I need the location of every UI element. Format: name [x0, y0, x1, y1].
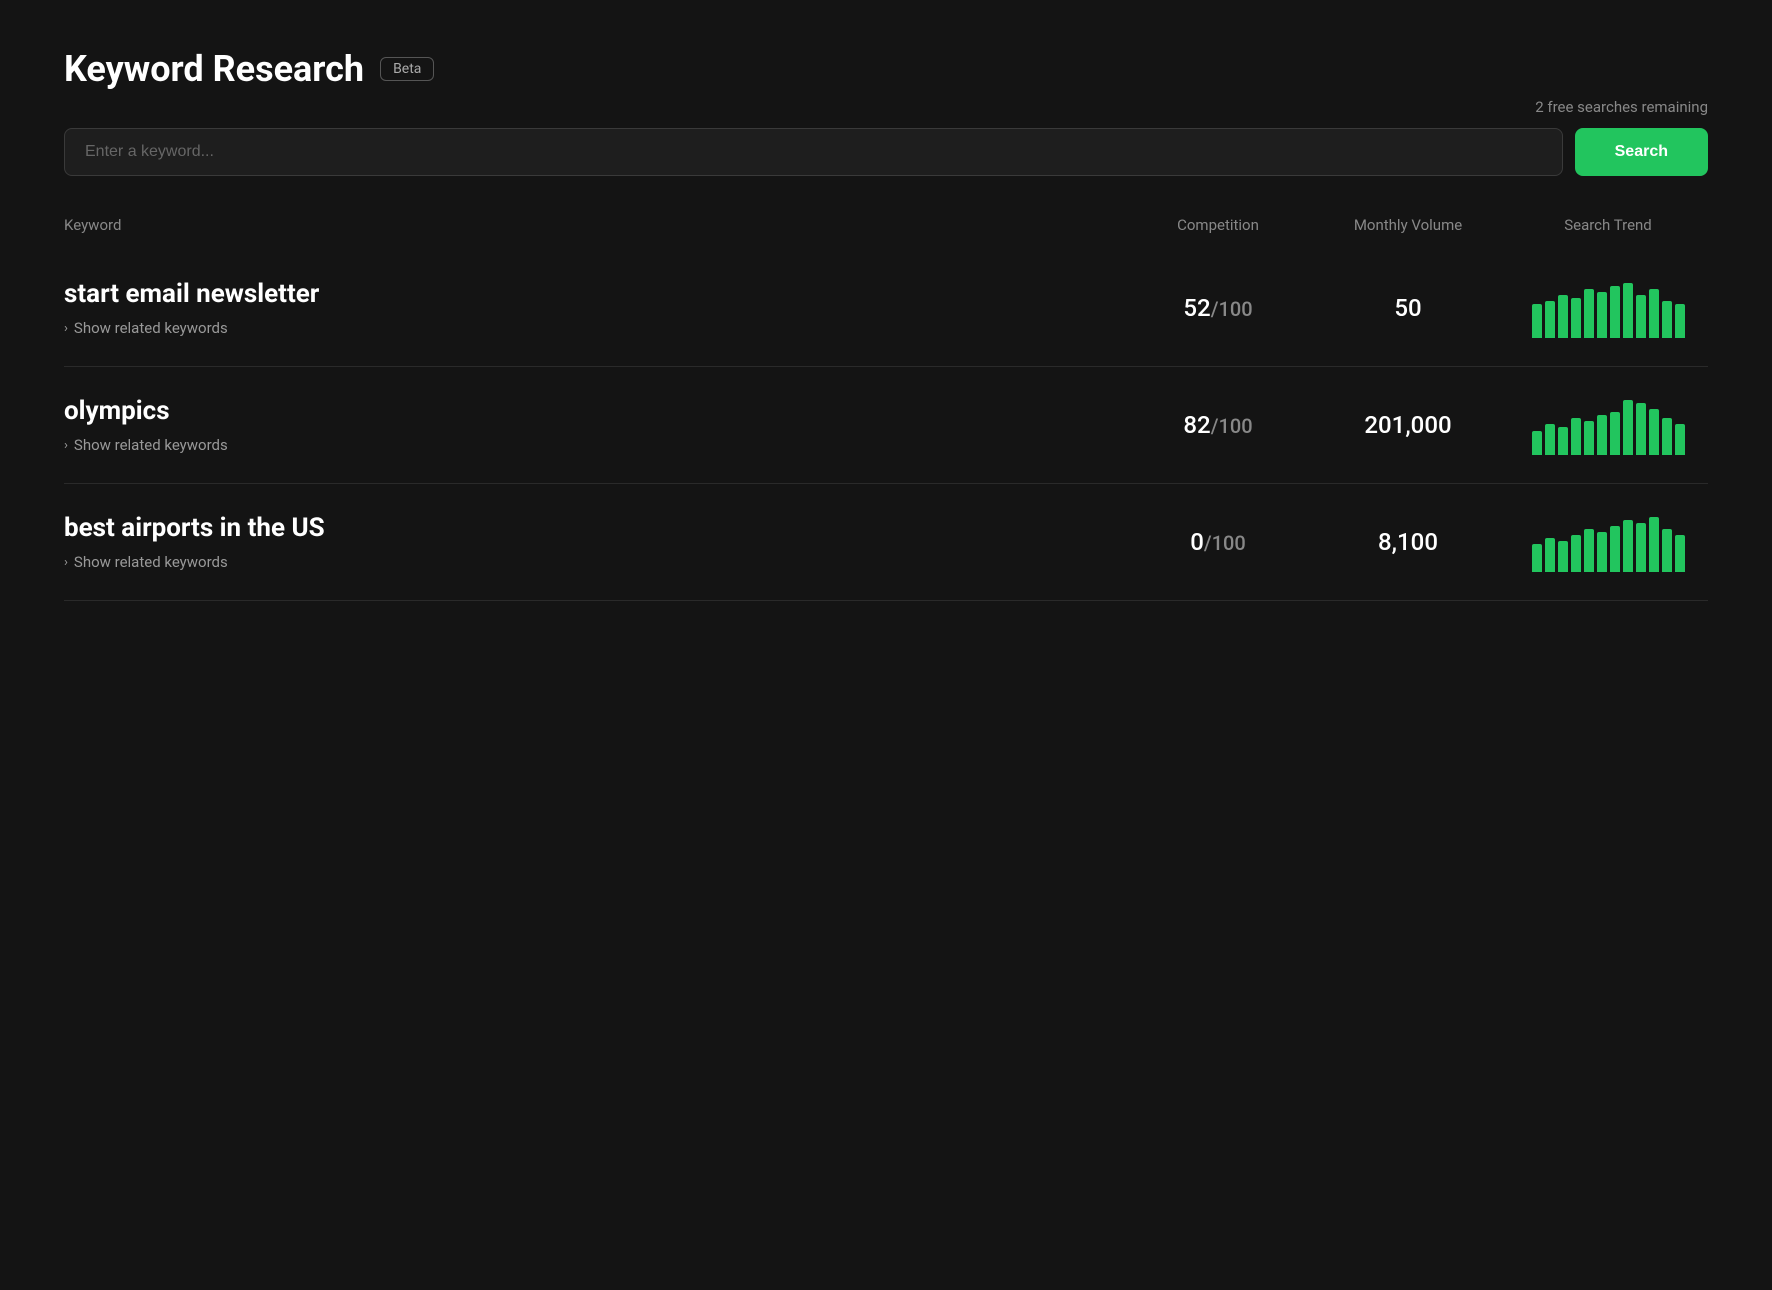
trend-chart [1508, 278, 1708, 338]
trend-bar [1610, 412, 1620, 455]
show-related-keywords-button[interactable]: › Show related keywords [64, 319, 1128, 337]
trend-bar [1662, 418, 1672, 455]
trend-bar [1610, 286, 1620, 338]
trend-bar [1675, 424, 1685, 455]
trend-bar [1558, 427, 1568, 455]
volume-value: 50 [1394, 294, 1421, 322]
trend-bar [1675, 304, 1685, 338]
trend-bar [1662, 301, 1672, 338]
trend-bar [1545, 424, 1555, 455]
keyword-info: best airports in the US › Show related k… [64, 513, 1128, 571]
competition-value: 0/100 [1190, 528, 1246, 556]
trend-bar [1597, 532, 1607, 572]
keyword-info: olympics › Show related keywords [64, 396, 1128, 454]
search-input[interactable] [64, 128, 1563, 176]
trend-bar [1649, 409, 1659, 455]
trend-bar [1571, 418, 1581, 455]
trend-bar [1636, 295, 1646, 338]
volume-cell: 201,000 [1308, 411, 1508, 439]
trend-bar [1584, 529, 1594, 572]
trend-bar [1675, 535, 1685, 572]
trend-bar [1597, 415, 1607, 455]
trend-bar [1558, 295, 1568, 338]
trend-bar [1662, 529, 1672, 572]
trend-chart [1508, 395, 1708, 455]
keyword-info: start email newsletter › Show related ke… [64, 279, 1128, 337]
chevron-right-icon: › [64, 438, 68, 453]
trend-bar [1649, 517, 1659, 572]
keyword-name: olympics [64, 396, 1128, 426]
trend-bar [1532, 304, 1542, 338]
trend-chart [1508, 512, 1708, 572]
volume-cell: 8,100 [1308, 528, 1508, 556]
trend-bar [1623, 520, 1633, 572]
trend-bar [1610, 526, 1620, 572]
trend-bar [1545, 538, 1555, 572]
competition-max: /100 [1211, 297, 1253, 321]
competition-value: 52/100 [1183, 294, 1252, 322]
keyword-row: best airports in the US › Show related k… [64, 484, 1708, 601]
col-header-monthly-volume: Monthly Volume [1308, 216, 1508, 234]
trend-bar [1623, 283, 1633, 338]
col-header-search-trend: Search Trend [1508, 216, 1708, 234]
trend-bar [1571, 535, 1581, 572]
page-header: Keyword Research Beta 2 free searches re… [64, 48, 1708, 116]
page-title: Keyword Research [64, 48, 364, 90]
trend-bar [1545, 301, 1555, 338]
trend-bar [1636, 403, 1646, 455]
searches-remaining: 2 free searches remaining [64, 98, 1708, 116]
search-button[interactable]: Search [1575, 128, 1708, 176]
show-related-label: Show related keywords [74, 319, 228, 337]
trend-bar [1623, 400, 1633, 455]
competition-cell: 52/100 [1128, 294, 1308, 322]
show-related-keywords-button[interactable]: › Show related keywords [64, 436, 1128, 454]
trend-bar [1597, 292, 1607, 338]
competition-cell: 82/100 [1128, 411, 1308, 439]
trend-bar [1649, 289, 1659, 338]
trend-bar [1532, 544, 1542, 572]
competition-value: 82/100 [1183, 411, 1252, 439]
beta-badge: Beta [380, 57, 434, 81]
volume-value: 8,100 [1378, 528, 1438, 556]
keyword-name: best airports in the US [64, 513, 1128, 543]
col-header-keyword: Keyword [64, 216, 1128, 234]
trend-bar [1584, 289, 1594, 338]
keyword-name: start email newsletter [64, 279, 1128, 309]
chevron-right-icon: › [64, 321, 68, 336]
show-related-label: Show related keywords [74, 436, 228, 454]
show-related-label: Show related keywords [74, 553, 228, 571]
trend-bar [1636, 523, 1646, 572]
competition-max: /100 [1211, 414, 1253, 438]
show-related-keywords-button[interactable]: › Show related keywords [64, 553, 1128, 571]
volume-value: 201,000 [1364, 411, 1451, 439]
col-header-competition: Competition [1128, 216, 1308, 234]
competition-cell: 0/100 [1128, 528, 1308, 556]
table-header: Keyword Competition Monthly Volume Searc… [64, 216, 1708, 250]
keyword-row: olympics › Show related keywords 82/100 … [64, 367, 1708, 484]
competition-max: /100 [1204, 531, 1246, 555]
keyword-row: start email newsletter › Show related ke… [64, 250, 1708, 367]
keywords-list: start email newsletter › Show related ke… [64, 250, 1708, 601]
trend-bar [1532, 431, 1542, 455]
trend-bar [1584, 421, 1594, 455]
trend-bar [1558, 541, 1568, 572]
trend-bar [1571, 298, 1581, 338]
chevron-right-icon: › [64, 555, 68, 570]
search-bar-row: Search [64, 128, 1708, 176]
volume-cell: 50 [1308, 294, 1508, 322]
